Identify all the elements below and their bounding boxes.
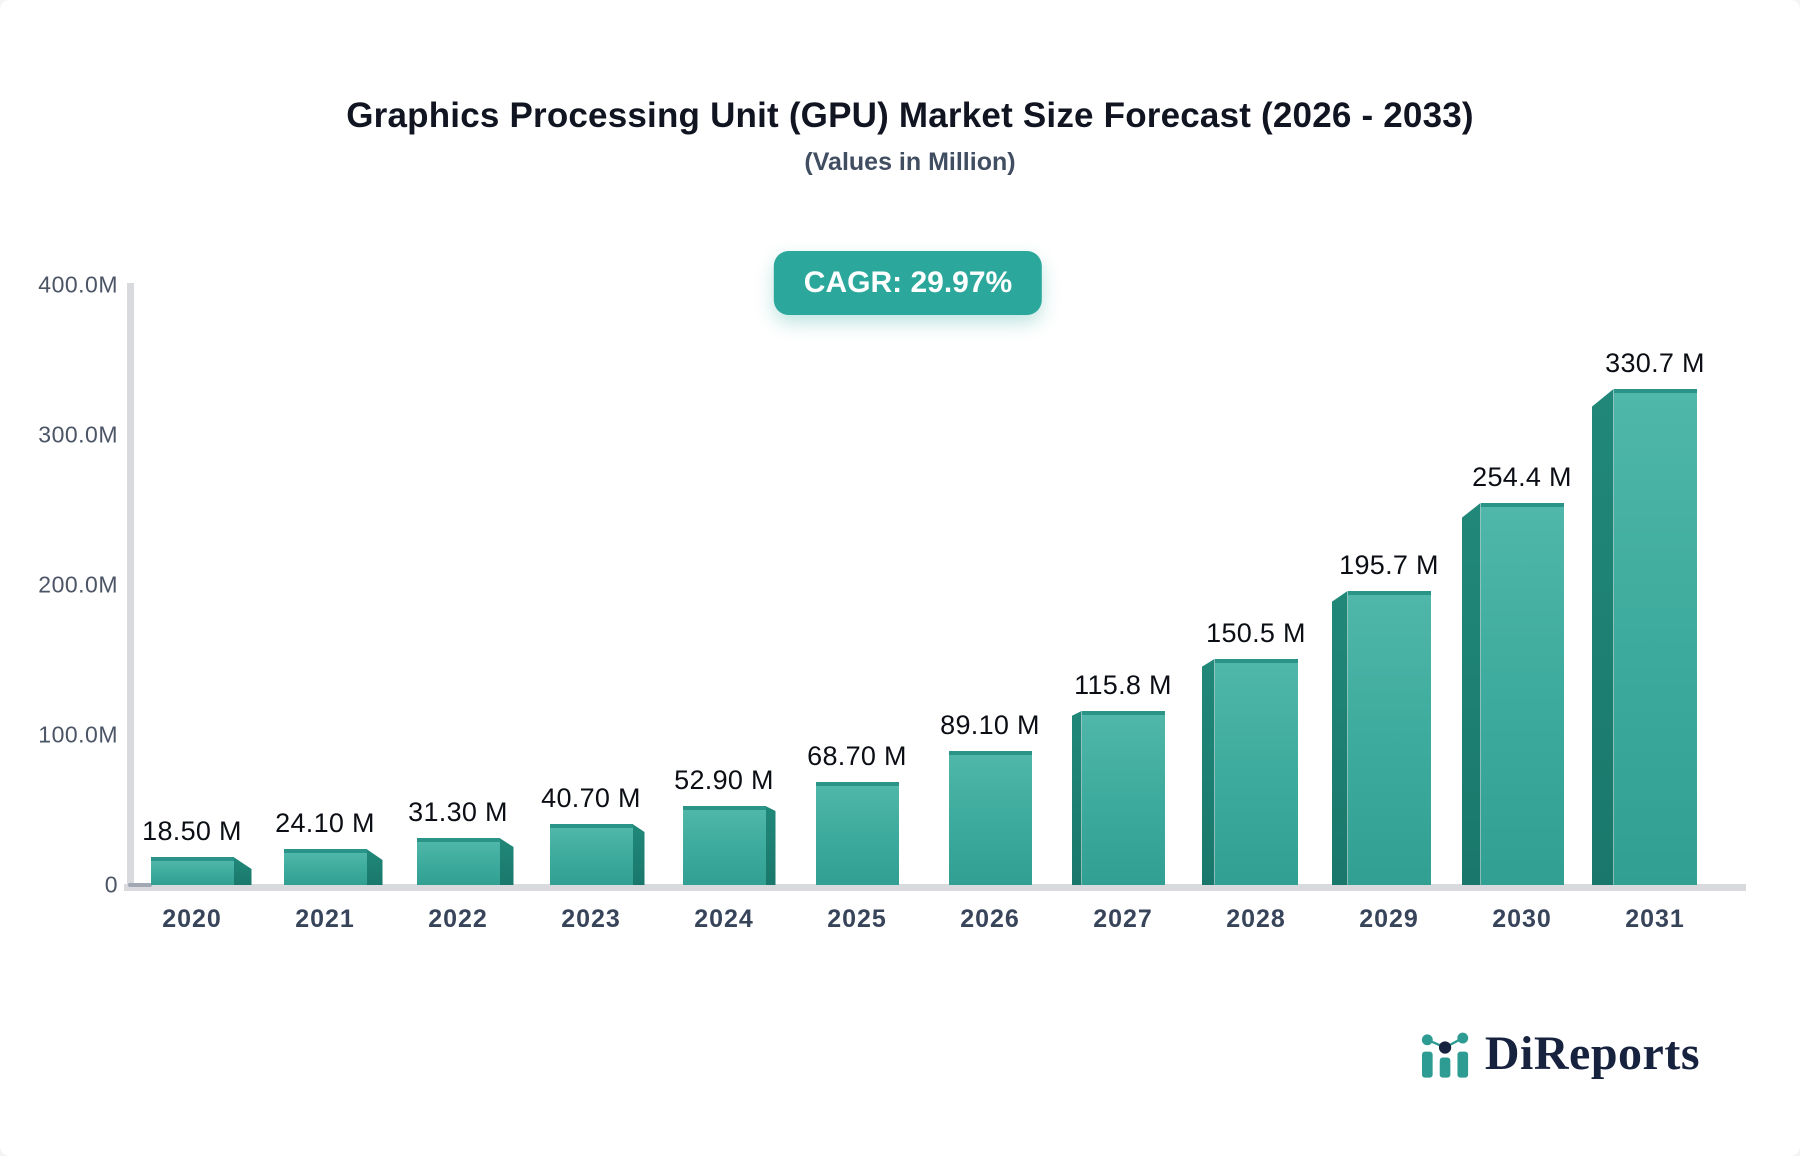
- bar-value-label: 330.7 M: [1605, 348, 1705, 378]
- bar-face: [416, 838, 500, 885]
- x-tick-label-2029: 2029: [1359, 905, 1419, 933]
- bar-2031[interactable]: [1591, 389, 1697, 885]
- bar-2024[interactable]: [682, 806, 776, 885]
- bar-side-face: [233, 857, 252, 885]
- bar-side-face: [1591, 389, 1614, 885]
- x-tick-label-2028: 2028: [1226, 905, 1286, 933]
- zero-tick-mark: [128, 883, 152, 887]
- bar-side-face: [1071, 711, 1082, 885]
- x-tick-label-2021: 2021: [295, 905, 355, 933]
- x-tick-label-2020: 2020: [162, 905, 222, 933]
- y-tick-label: 0: [104, 871, 118, 898]
- bar-face: [1214, 659, 1298, 885]
- logo-text: DiReports: [1484, 1027, 1700, 1080]
- x-tick-label-2022: 2022: [428, 905, 488, 933]
- direports-logo: DiReports: [1419, 1026, 1700, 1081]
- bar-2022[interactable]: [416, 838, 514, 885]
- bar-value-label: 115.8 M: [1074, 670, 1172, 700]
- bar-side-face: [1331, 591, 1348, 885]
- bar-side-face: [765, 806, 776, 885]
- y-tick-label: 100.0M: [38, 721, 118, 748]
- bar-2026[interactable]: [948, 751, 1032, 885]
- bar-face: [150, 857, 234, 885]
- bar-2025[interactable]: [815, 782, 899, 885]
- bar-value-label: 89.10 M: [940, 710, 1040, 740]
- bar-side-face: [1461, 503, 1481, 885]
- bar-value-label: 68.70 M: [807, 741, 907, 771]
- x-tick-label-2027: 2027: [1093, 905, 1153, 933]
- y-tick-label: 200.0M: [38, 571, 118, 598]
- bar-face: [283, 849, 367, 885]
- chart-canvas: Graphics Processing Unit (GPU) Market Si…: [0, 0, 1800, 1156]
- bar-2029[interactable]: [1331, 591, 1431, 885]
- bar-chart-logo-icon: [1421, 1032, 1469, 1078]
- bar-side-face: [366, 849, 383, 885]
- x-tick-label-2024: 2024: [694, 905, 754, 933]
- x-tick-label-2030: 2030: [1492, 905, 1552, 933]
- y-tick-label: 400.0M: [38, 271, 118, 298]
- bar-face: [682, 806, 766, 885]
- bar-2030[interactable]: [1461, 503, 1564, 885]
- bar-2021[interactable]: [283, 849, 383, 885]
- bar-face: [815, 782, 899, 885]
- bar-value-label: 18.50 M: [142, 816, 242, 846]
- bar-value-label: 195.7 M: [1339, 550, 1439, 580]
- x-tick-label-2031: 2031: [1625, 905, 1685, 933]
- x-axis-line: [124, 884, 1746, 891]
- bar-side-face: [632, 824, 645, 885]
- x-tick-label-2023: 2023: [561, 905, 621, 933]
- bar-face: [1613, 389, 1697, 885]
- bar-side-face: [499, 838, 514, 885]
- bar-2028[interactable]: [1201, 659, 1298, 885]
- bar-face: [549, 824, 633, 885]
- x-tick-label-2026: 2026: [960, 905, 1020, 933]
- bar-value-label: 24.10 M: [275, 808, 375, 838]
- bar-value-label: 254.4 M: [1472, 462, 1572, 492]
- plot-area: 400.0M 300.0M 200.0M 100.0M 0 18.50 M 24.10 M…: [0, 0, 1800, 1156]
- bar-2027[interactable]: [1071, 711, 1165, 885]
- x-tick-label-2025: 2025: [827, 905, 887, 933]
- bar-side-face: [1201, 659, 1215, 885]
- bar-face: [1480, 503, 1564, 885]
- y-tick-label: 300.0M: [38, 421, 118, 448]
- bar-2023[interactable]: [549, 824, 645, 885]
- y-axis-line: [127, 283, 134, 891]
- bar-2020[interactable]: [150, 857, 252, 885]
- bar-value-label: 52.90 M: [674, 765, 774, 795]
- bar-value-label: 150.5 M: [1206, 618, 1306, 648]
- bar-value-label: 31.30 M: [408, 797, 508, 827]
- bar-value-label: 40.70 M: [541, 783, 641, 813]
- bar-face: [1081, 711, 1165, 885]
- bar-face: [1347, 591, 1431, 885]
- bar-face: [948, 751, 1032, 885]
